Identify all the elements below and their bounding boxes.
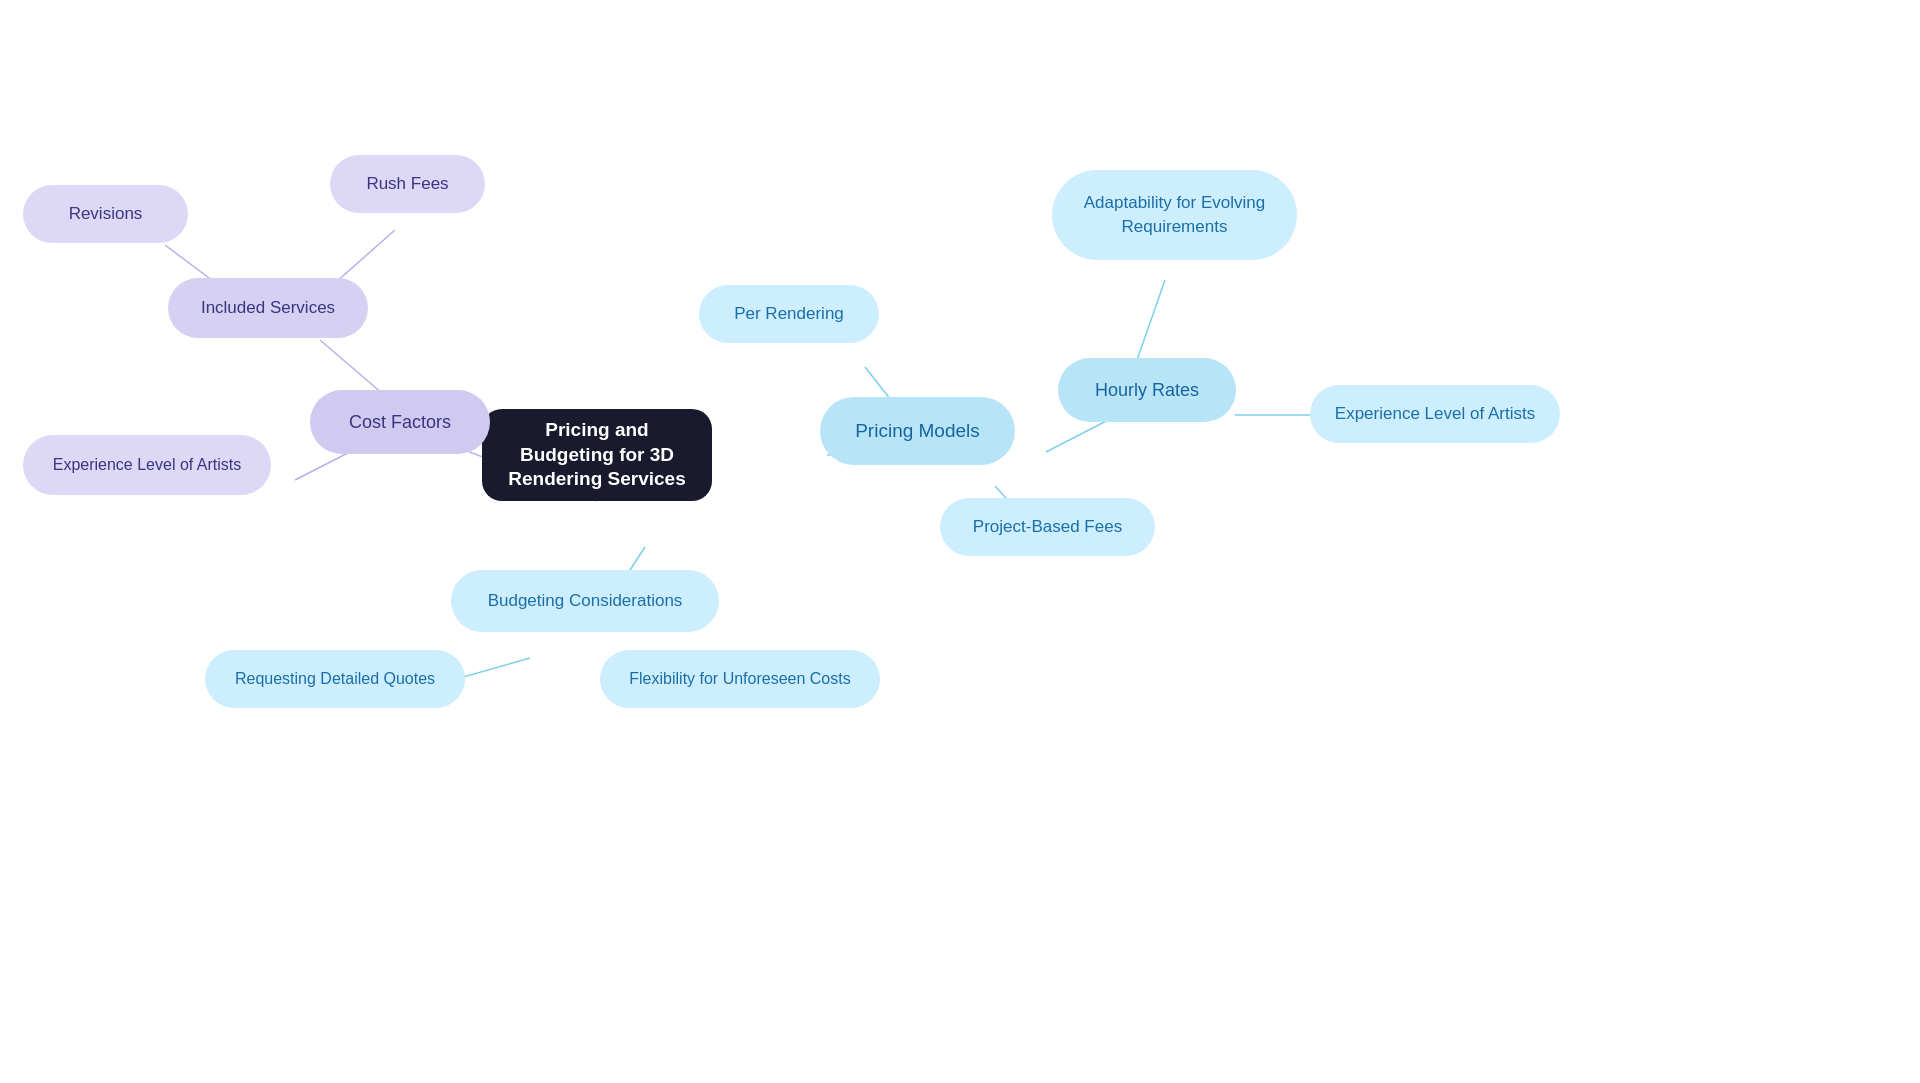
node-cost-factors[interactable]: Cost Factors	[310, 390, 490, 454]
node-experience-artists-right[interactable]: Experience Level of Artists	[1310, 385, 1560, 443]
node-flexibility[interactable]: Flexibility for Unforeseen Costs	[600, 650, 880, 708]
node-per-rendering[interactable]: Per Rendering	[699, 285, 879, 343]
node-rush-fees[interactable]: Rush Fees	[330, 155, 485, 213]
node-hourly-rates[interactable]: Hourly Rates	[1058, 358, 1236, 422]
node-revisions[interactable]: Revisions	[23, 185, 188, 243]
center-node[interactable]: Pricing and Budgeting for 3D Rendering S…	[482, 409, 712, 501]
node-experience-artists-left[interactable]: Experience Level of Artists	[23, 435, 271, 495]
node-budgeting-considerations[interactable]: Budgeting Considerations	[451, 570, 719, 632]
node-included-services[interactable]: Included Services	[168, 278, 368, 338]
node-project-based-fees[interactable]: Project-Based Fees	[940, 498, 1155, 556]
node-pricing-models[interactable]: Pricing Models	[820, 397, 1015, 465]
node-requesting-quotes[interactable]: Requesting Detailed Quotes	[205, 650, 465, 708]
node-adaptability[interactable]: Adaptability for Evolving Requirements	[1052, 170, 1297, 260]
